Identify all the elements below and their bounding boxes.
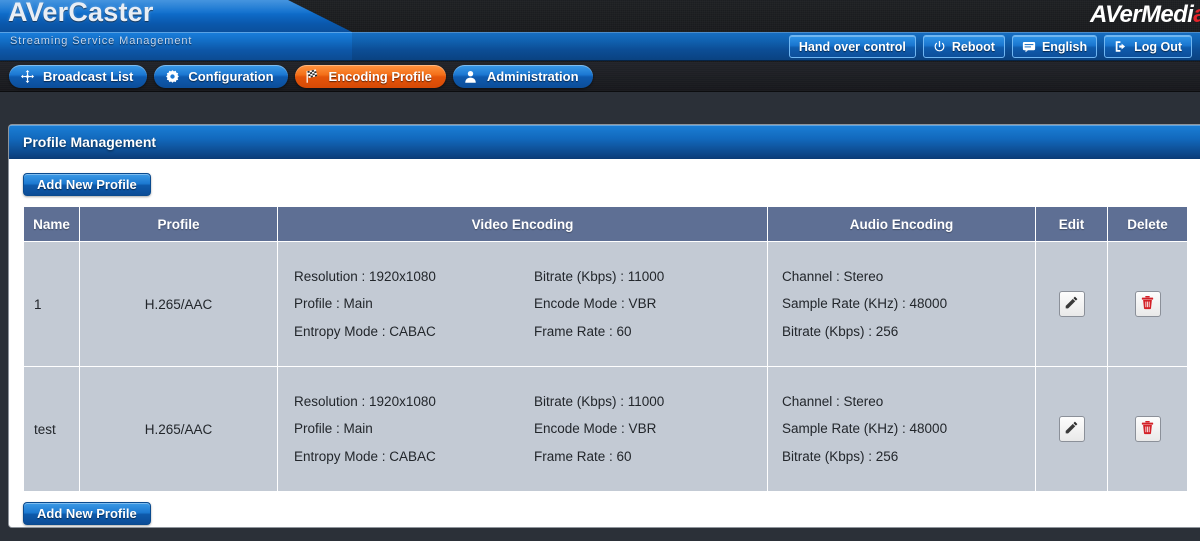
tab-broadcast-list[interactable]: Broadcast List bbox=[9, 65, 148, 88]
content-panel: Profile Management Add New Profile Name … bbox=[8, 124, 1200, 528]
edit-profile-button[interactable] bbox=[1058, 291, 1085, 317]
reboot-label: Reboot bbox=[951, 39, 995, 54]
checkered-flag-icon bbox=[305, 69, 321, 85]
cell-delete bbox=[1107, 366, 1188, 492]
video-entropy-mode: Entropy Mode : CABAC bbox=[294, 448, 436, 464]
tab-encoding-profile[interactable]: Encoding Profile bbox=[294, 65, 446, 88]
tab-broadcast-list-label: Broadcast List bbox=[43, 69, 134, 84]
cell-video-encoding: Resolution : 1920x1080 Profile : Main En… bbox=[277, 241, 768, 367]
audio-channel: Channel : Stereo bbox=[782, 393, 884, 409]
video-encode-mode: Encode Mode : VBR bbox=[534, 421, 657, 437]
avermedia-logo-accent: a bbox=[1193, 1, 1200, 28]
gear-icon bbox=[164, 69, 180, 85]
avermedia-logo: AVerMedia bbox=[1090, 1, 1200, 29]
video-profile: Profile : Main bbox=[294, 296, 373, 312]
hand-over-control-label: Hand over control bbox=[798, 39, 906, 54]
move-arrows-icon bbox=[19, 69, 35, 85]
video-bitrate: Bitrate (Kbps) : 11000 bbox=[534, 268, 665, 284]
panel-body: Add New Profile Name Profile Video Encod… bbox=[9, 159, 1200, 527]
pencil-icon bbox=[1064, 295, 1079, 313]
logout-button[interactable]: Log Out bbox=[1104, 35, 1192, 58]
cell-profile: H.265/AAC bbox=[79, 366, 278, 492]
video-profile: Profile : Main bbox=[294, 421, 373, 437]
add-new-profile-button-bottom[interactable]: Add New Profile bbox=[23, 502, 151, 525]
language-label: English bbox=[1041, 39, 1088, 54]
audio-sample-rate: Sample Rate (KHz) : 48000 bbox=[782, 296, 948, 312]
cell-edit bbox=[1035, 241, 1108, 367]
power-icon bbox=[933, 40, 946, 53]
hand-over-control-button[interactable]: Hand over control bbox=[788, 35, 916, 58]
table-row: 1 H.265/AAC Resolution : 1920x1080 Profi… bbox=[23, 241, 1188, 367]
top-action-buttons: Hand over control Reboot English Log Out bbox=[788, 35, 1192, 58]
table-header-row: Name Profile Video Encoding Audio Encodi… bbox=[23, 206, 1188, 242]
edit-profile-button[interactable] bbox=[1058, 416, 1085, 442]
video-resolution: Resolution : 1920x1080 bbox=[294, 393, 436, 409]
cell-delete bbox=[1107, 241, 1188, 367]
video-resolution: Resolution : 1920x1080 bbox=[294, 268, 436, 284]
column-header-delete: Delete bbox=[1107, 206, 1188, 242]
cell-edit bbox=[1035, 366, 1108, 492]
video-frame-rate: Frame Rate : 60 bbox=[534, 323, 632, 339]
trash-icon bbox=[1140, 295, 1155, 313]
tab-encoding-profile-label: Encoding Profile bbox=[328, 69, 432, 84]
video-frame-rate: Frame Rate : 60 bbox=[534, 448, 632, 464]
audio-bitrate: Bitrate (Kbps) : 256 bbox=[782, 323, 899, 339]
tab-configuration[interactable]: Configuration bbox=[154, 65, 288, 88]
column-header-profile: Profile bbox=[79, 206, 278, 242]
page-title: Profile Management bbox=[23, 134, 157, 150]
cell-audio-encoding: Channel : Stereo Sample Rate (KHz) : 480… bbox=[767, 241, 1036, 367]
panel-title-bar: Profile Management bbox=[9, 125, 1200, 159]
cell-video-encoding: Resolution : 1920x1080 Profile : Main En… bbox=[277, 366, 768, 492]
profile-table: Name Profile Video Encoding Audio Encodi… bbox=[23, 206, 1188, 492]
add-new-profile-bottom-label: Add New Profile bbox=[37, 506, 137, 521]
video-entropy-mode: Entropy Mode : CABAC bbox=[294, 323, 436, 339]
nav-tab-list: Broadcast List Configuration Encoding Pr… bbox=[9, 65, 593, 88]
delete-profile-button[interactable] bbox=[1134, 291, 1161, 317]
table-row: test H.265/AAC Resolution : 1920x1080 Pr… bbox=[23, 366, 1188, 492]
language-button[interactable]: English bbox=[1011, 35, 1098, 58]
column-header-video: Video Encoding bbox=[277, 206, 768, 242]
trash-icon bbox=[1140, 420, 1155, 438]
cell-name: 1 bbox=[23, 241, 80, 367]
audio-sample-rate: Sample Rate (KHz) : 48000 bbox=[782, 421, 948, 437]
app-brand-subtitle: Streaming Service Management bbox=[10, 35, 193, 47]
main-navigation-bar: Broadcast List Configuration Encoding Pr… bbox=[0, 62, 1200, 92]
logout-label: Log Out bbox=[1134, 39, 1182, 54]
app-brand-title: AVerCaster bbox=[8, 0, 154, 27]
cell-audio-encoding: Channel : Stereo Sample Rate (KHz) : 480… bbox=[767, 366, 1036, 492]
video-encode-mode: Encode Mode : VBR bbox=[534, 296, 657, 312]
pencil-icon bbox=[1064, 420, 1079, 438]
tab-configuration-label: Configuration bbox=[188, 69, 274, 84]
avermedia-logo-text: AVerMedi bbox=[1090, 1, 1194, 28]
add-new-profile-button-top[interactable]: Add New Profile bbox=[23, 173, 151, 196]
speech-bubble-icon bbox=[1022, 41, 1036, 53]
delete-profile-button[interactable] bbox=[1134, 416, 1161, 442]
reboot-button[interactable]: Reboot bbox=[922, 35, 1005, 58]
user-icon bbox=[463, 69, 479, 85]
add-new-profile-top-label: Add New Profile bbox=[37, 177, 137, 192]
audio-channel: Channel : Stereo bbox=[782, 268, 884, 284]
logout-icon bbox=[1114, 40, 1128, 53]
column-header-edit: Edit bbox=[1035, 206, 1108, 242]
column-header-audio: Audio Encoding bbox=[767, 206, 1036, 242]
cell-profile: H.265/AAC bbox=[79, 241, 278, 367]
tab-administration-label: Administration bbox=[486, 69, 579, 84]
column-header-name: Name bbox=[23, 206, 80, 242]
video-bitrate: Bitrate (Kbps) : 11000 bbox=[534, 393, 665, 409]
tab-administration[interactable]: Administration bbox=[452, 65, 593, 88]
audio-bitrate: Bitrate (Kbps) : 256 bbox=[782, 448, 899, 464]
cell-name: test bbox=[23, 366, 80, 492]
